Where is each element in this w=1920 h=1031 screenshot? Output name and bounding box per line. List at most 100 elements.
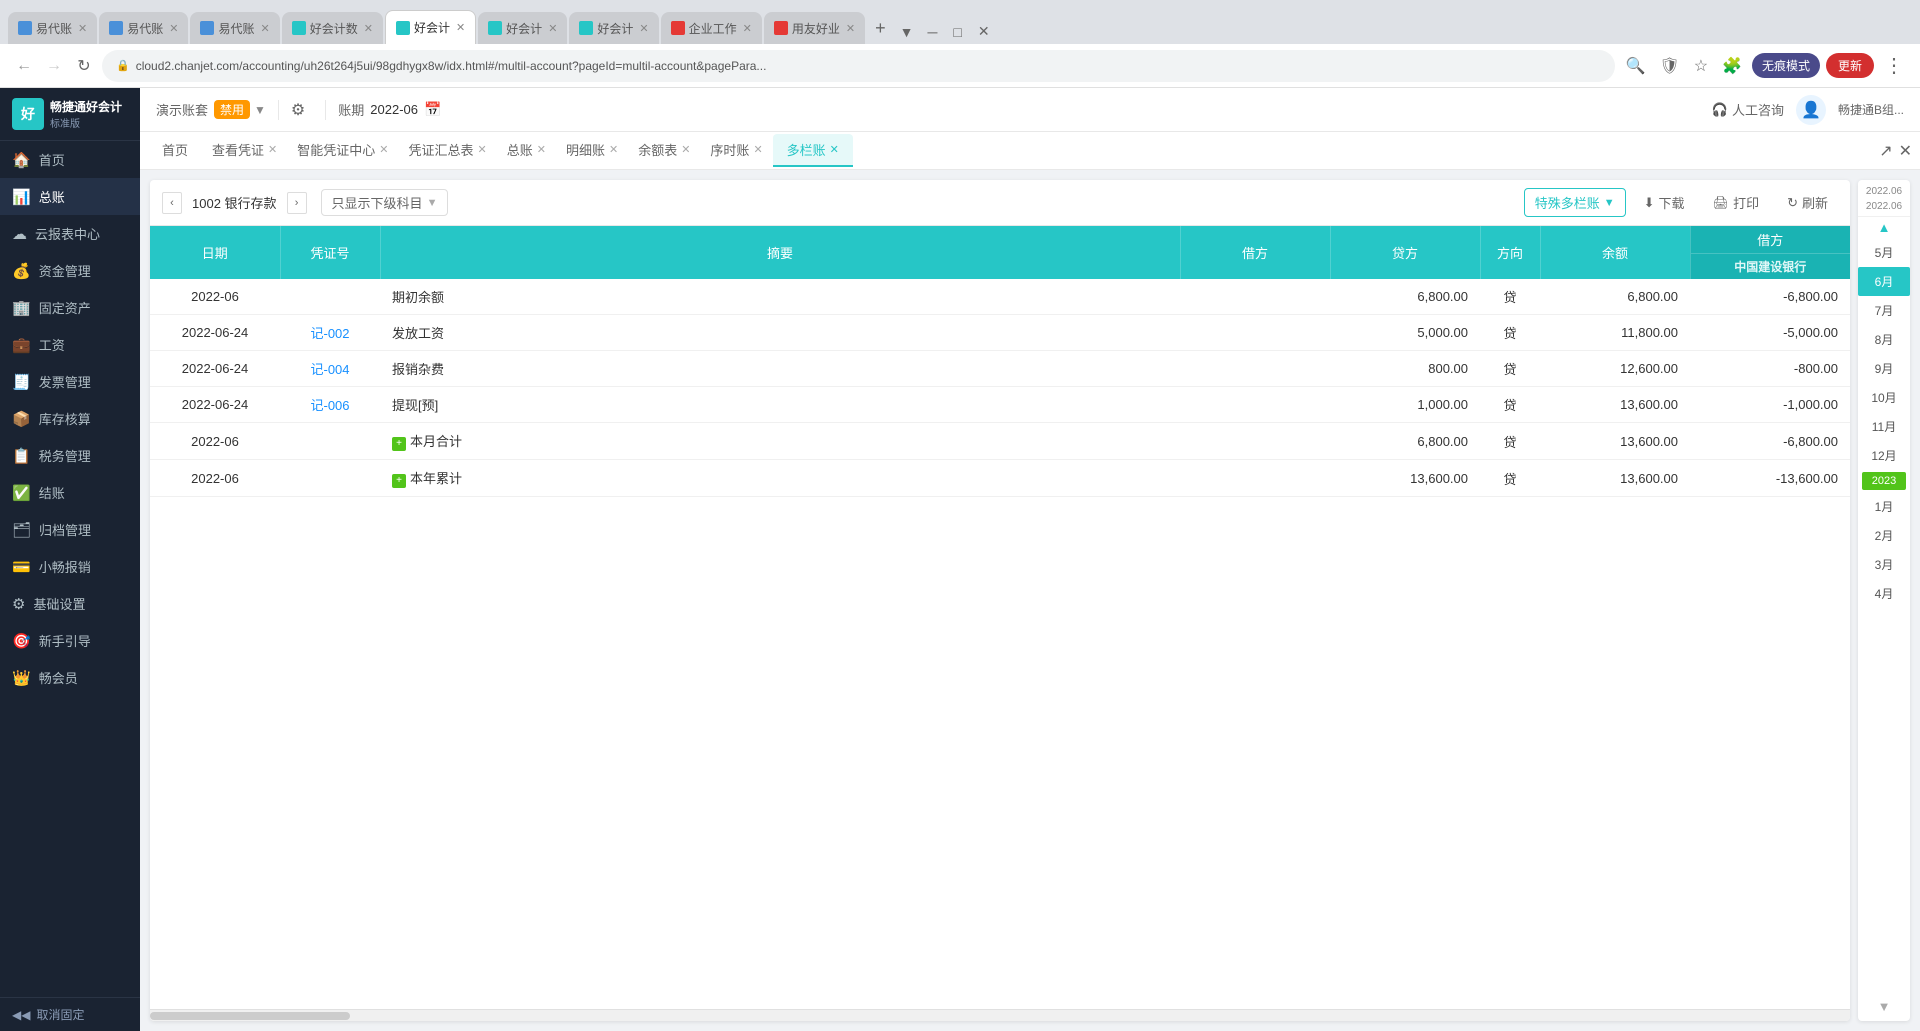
reload-btn[interactable]: ↻: [72, 56, 96, 76]
cal-month-mar[interactable]: 3月: [1858, 550, 1910, 579]
tab-general-ledger[interactable]: 总账 ✕: [497, 134, 556, 167]
tab-voucher[interactable]: 查看凭证 ✕: [202, 134, 287, 167]
tab-multi-col[interactable]: 多栏账 ✕: [773, 134, 853, 167]
tab-multi-col-close[interactable]: ✕: [830, 143, 839, 156]
sidebar-item-reports[interactable]: ☁ 云报表中心: [0, 215, 140, 252]
cal-month-jul[interactable]: 7月: [1858, 296, 1910, 325]
cell-voucher[interactable]: 记-006: [280, 387, 380, 423]
cal-month-may[interactable]: 5月: [1858, 238, 1910, 267]
multi-col-btn[interactable]: 特殊多栏账 ▼: [1524, 188, 1626, 217]
settings-gear-icon[interactable]: ⚙: [291, 100, 305, 120]
update-btn[interactable]: 更新: [1826, 53, 1874, 78]
cell-voucher[interactable]: 记-002: [280, 315, 380, 351]
filter-btn[interactable]: 只显示下级科目 ▼: [321, 189, 449, 216]
cal-month-apr[interactable]: 4月: [1858, 579, 1910, 608]
tab-voucher-summary-close[interactable]: ✕: [478, 143, 487, 156]
tab-sequence-close[interactable]: ✕: [753, 143, 762, 156]
search-icon[interactable]: 🔍: [1621, 56, 1649, 76]
cal-month-jan[interactable]: 1月: [1858, 492, 1910, 521]
print-btn[interactable]: 🖨 打印: [1703, 189, 1770, 216]
back-btn[interactable]: ←: [12, 57, 36, 75]
user-avatar[interactable]: 👤: [1796, 95, 1826, 125]
sidebar-item-guide[interactable]: 🎯 新手引导: [0, 622, 140, 659]
maximize-btn[interactable]: □: [947, 24, 967, 40]
tab-voucher-close[interactable]: ✕: [268, 143, 277, 156]
sidebar-item-assets[interactable]: 🏢 固定资产: [0, 289, 140, 326]
browser-tab-8[interactable]: 企业工作 ✕: [661, 12, 762, 44]
refresh-btn[interactable]: ↻ 刷新: [1777, 189, 1838, 216]
tab9-close[interactable]: ✕: [846, 22, 855, 35]
sidebar-item-ledger[interactable]: 📊 总账: [0, 178, 140, 215]
sidebar-item-archive[interactable]: 🗂 归档管理: [0, 511, 140, 548]
sidebar-item-expense[interactable]: 💳 小畅报销: [0, 548, 140, 585]
browser-tab-3[interactable]: 易代账 ✕: [190, 12, 279, 44]
account-next-btn[interactable]: ›: [287, 192, 307, 214]
tab7-close[interactable]: ✕: [639, 22, 648, 35]
scrollbar-thumb[interactable]: [150, 1012, 350, 1020]
sidebar-item-settings[interactable]: ⚙ 基础设置: [0, 585, 140, 622]
sidebar-item-vip[interactable]: 👑 畅会员: [0, 659, 140, 696]
extension-icon[interactable]: 🧩: [1718, 56, 1746, 76]
browser-tab-4[interactable]: 好会计数 ✕: [282, 12, 383, 44]
tab-general-ledger-close[interactable]: ✕: [537, 143, 546, 156]
topbar-dropdown-arrow[interactable]: ▼: [254, 103, 266, 117]
tab5-close[interactable]: ✕: [456, 21, 465, 34]
browser-tab-1[interactable]: 易代账 ✕: [8, 12, 97, 44]
account-prev-btn[interactable]: ‹: [162, 192, 182, 214]
tab2-close[interactable]: ✕: [169, 22, 178, 35]
tab-detail-ledger-close[interactable]: ✕: [609, 143, 618, 156]
cal-month-sep[interactable]: 9月: [1858, 354, 1910, 383]
cal-scroll-up[interactable]: ▲: [1858, 217, 1910, 238]
new-tab-button[interactable]: +: [867, 12, 894, 44]
download-btn[interactable]: ⬇ 下载: [1634, 189, 1695, 216]
browser-tab-5[interactable]: 好会计 ✕: [385, 10, 476, 44]
calendar-icon[interactable]: 📅: [424, 101, 441, 118]
expand-panel-btn[interactable]: ↗: [1879, 141, 1892, 161]
star-icon[interactable]: ☆: [1690, 56, 1712, 76]
tab-smart-voucher[interactable]: 智能凭证中心 ✕: [287, 134, 398, 167]
browser-tab-2[interactable]: 易代账 ✕: [99, 12, 188, 44]
minimize-btn[interactable]: ─: [921, 24, 943, 40]
tab-smart-voucher-close[interactable]: ✕: [379, 143, 388, 156]
close-panel-btn[interactable]: ✕: [1899, 141, 1912, 161]
close-window-btn[interactable]: ✕: [972, 23, 996, 40]
sidebar-item-close[interactable]: ✅ 结账: [0, 474, 140, 511]
cal-month-dec[interactable]: 12月: [1858, 441, 1910, 470]
cal-month-oct[interactable]: 10月: [1858, 383, 1910, 412]
cell-voucher[interactable]: 记-004: [280, 351, 380, 387]
sidebar-item-invoice[interactable]: 🧾 发票管理: [0, 363, 140, 400]
tab-detail-ledger[interactable]: 明细账 ✕: [556, 134, 628, 167]
cal-scroll-down[interactable]: ▼: [1858, 996, 1910, 1017]
tab-sequence-ledger[interactable]: 序时账 ✕: [700, 134, 772, 167]
tab-balance-close[interactable]: ✕: [681, 143, 690, 156]
cancel-pin-btn[interactable]: ◀◀ 取消固定: [0, 998, 140, 1031]
sidebar-item-inventory[interactable]: 📦 库存核算: [0, 400, 140, 437]
cal-month-nov[interactable]: 11月: [1858, 412, 1910, 441]
cal-month-jun[interactable]: 6月: [1858, 267, 1910, 296]
sidebar-item-salary[interactable]: 💼 工资: [0, 326, 140, 363]
browser-tab-9[interactable]: 用友好业 ✕: [764, 12, 865, 44]
sidebar-item-tax[interactable]: 📋 税务管理: [0, 437, 140, 474]
tab-scroll-left[interactable]: ▼: [896, 24, 918, 40]
consult-btn[interactable]: 🎧 人工咨询: [1712, 100, 1784, 119]
tab8-close[interactable]: ✕: [743, 22, 752, 35]
horizontal-scrollbar[interactable]: [150, 1009, 1850, 1021]
sidebar-item-funds[interactable]: 💰 资金管理: [0, 252, 140, 289]
tab-voucher-summary[interactable]: 凭证汇总表 ✕: [398, 134, 496, 167]
tab-home[interactable]: 首页: [148, 134, 202, 167]
menu-dots-icon[interactable]: ⋮: [1880, 53, 1908, 78]
tab1-close[interactable]: ✕: [78, 22, 87, 35]
incognito-btn[interactable]: 无痕模式: [1752, 53, 1820, 78]
shield-icon[interactable]: 🛡: [1655, 56, 1683, 76]
cal-month-aug[interactable]: 8月: [1858, 325, 1910, 354]
tab4-close[interactable]: ✕: [364, 22, 373, 35]
tab-balance[interactable]: 余额表 ✕: [628, 134, 700, 167]
forward-btn[interactable]: →: [42, 57, 66, 75]
url-input[interactable]: 🔒 cloud2.chanjet.com/accounting/uh26t264…: [102, 50, 1615, 82]
sidebar-item-home[interactable]: 🏠 首页: [0, 141, 140, 178]
tab6-close[interactable]: ✕: [548, 22, 557, 35]
tab3-close[interactable]: ✕: [260, 22, 269, 35]
browser-tab-7[interactable]: 好会计 ✕: [569, 12, 658, 44]
browser-tab-6[interactable]: 好会计 ✕: [478, 12, 567, 44]
cal-month-feb[interactable]: 2月: [1858, 521, 1910, 550]
